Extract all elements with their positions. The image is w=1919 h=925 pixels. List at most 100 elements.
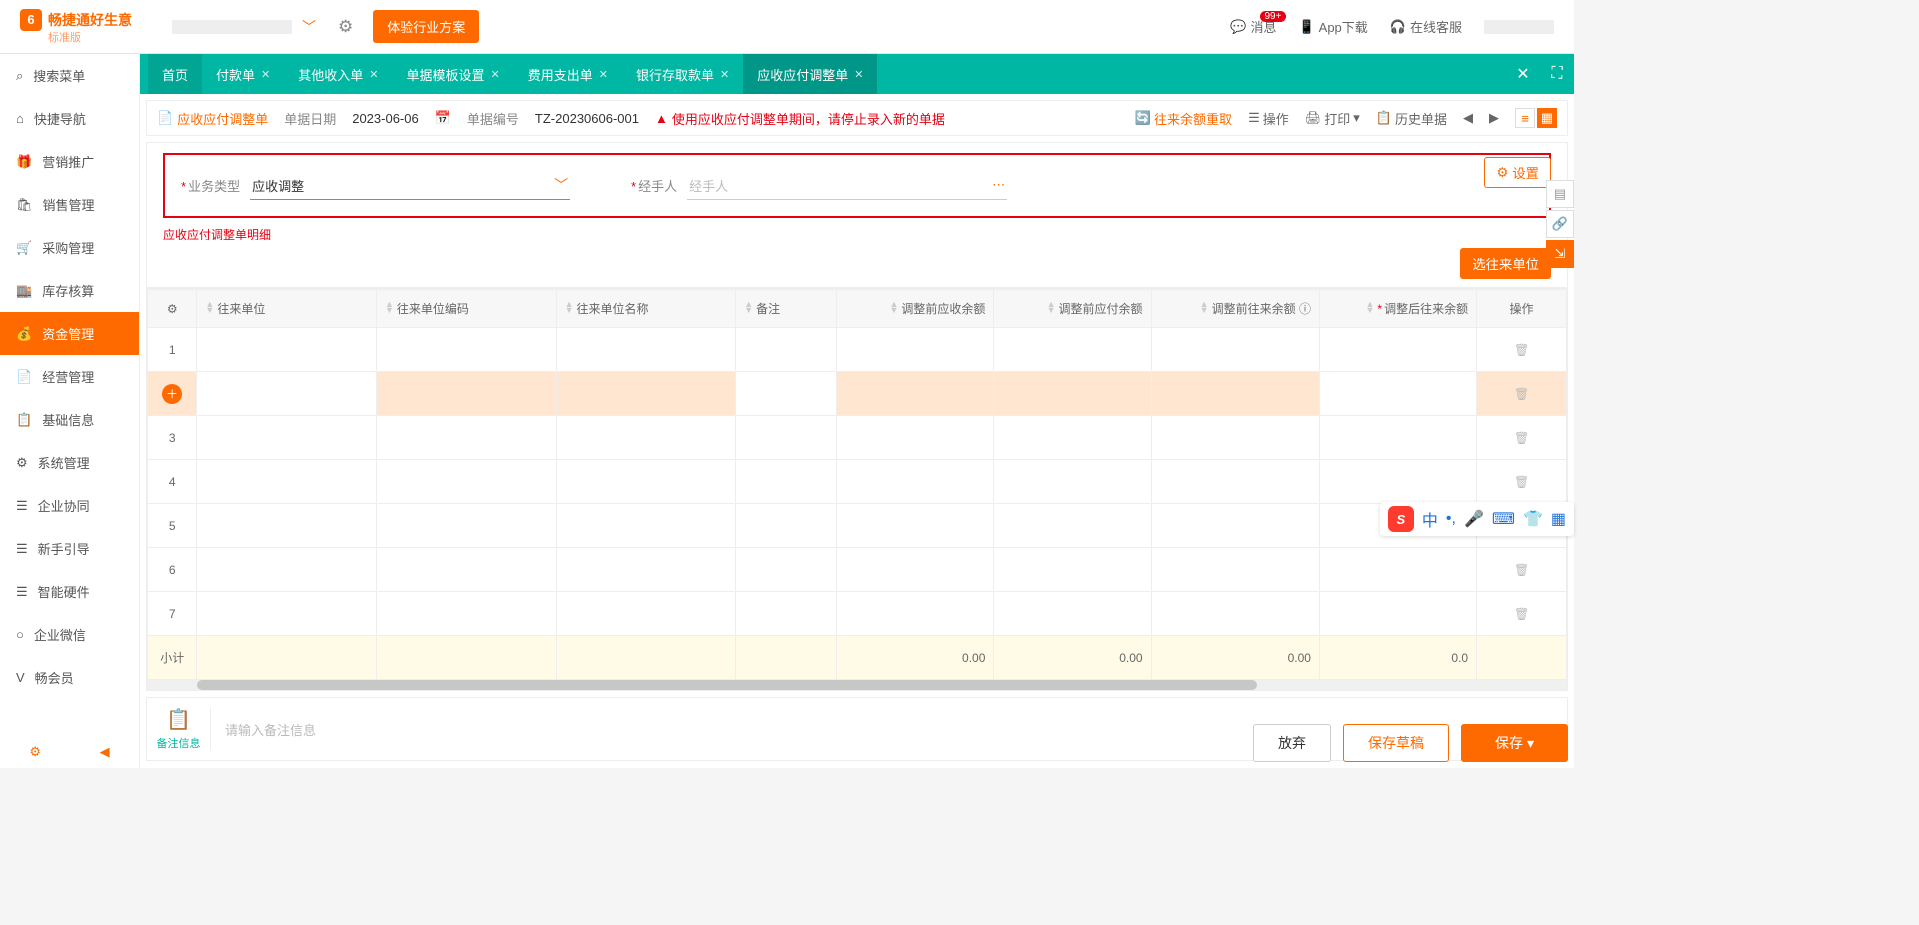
save-button[interactable]: 保存▾ bbox=[1461, 724, 1568, 762]
col-name[interactable]: ▲▼往来单位名称 bbox=[556, 290, 736, 328]
sidebar-item-marketing[interactable]: 🎁营销推广 bbox=[0, 140, 139, 183]
select-unit-button[interactable]: 选往来单位 bbox=[1460, 248, 1551, 279]
grid-icon[interactable]: ▦ bbox=[1551, 509, 1566, 529]
sidebar-item-inventory[interactable]: 🏬库存核算 bbox=[0, 269, 139, 312]
close-icon[interactable]: ✕ bbox=[720, 68, 729, 81]
table-row[interactable]: 3🗑 bbox=[148, 416, 1567, 460]
sogou-icon[interactable]: S bbox=[1388, 506, 1414, 532]
sidebar-item-search[interactable]: ⌕搜索菜单 bbox=[0, 54, 139, 97]
link-label: 往来余额重取 bbox=[1154, 109, 1232, 128]
col-after[interactable]: ▲▼*调整后往来余额 bbox=[1319, 290, 1476, 328]
sidebar-item-biz[interactable]: 📄经营管理 bbox=[0, 355, 139, 398]
sidebar-item-sales[interactable]: 🛍销售管理 bbox=[0, 183, 139, 226]
menu-icon: ☰ bbox=[16, 498, 28, 514]
sidebar-item-system[interactable]: ⚙系统管理 bbox=[0, 441, 139, 484]
sidebar-item-collab[interactable]: ☰企业协同 bbox=[0, 484, 139, 527]
shirt-icon[interactable]: 👕 bbox=[1523, 509, 1543, 529]
scrollbar-thumb[interactable] bbox=[197, 680, 1257, 690]
save-draft-button[interactable]: 保存草稿 bbox=[1343, 724, 1449, 762]
tab-adjust[interactable]: 应收应付调整单✕ bbox=[743, 54, 877, 94]
next-button[interactable]: ▶ bbox=[1489, 110, 1499, 126]
view-grid-button[interactable]: ▦ bbox=[1537, 108, 1557, 128]
tool-expand[interactable]: ⇲ bbox=[1546, 240, 1574, 268]
tab-template[interactable]: 单据模板设置✕ bbox=[392, 54, 513, 94]
sidebar-item-guide[interactable]: ☰新手引导 bbox=[0, 527, 139, 570]
ops-link[interactable]: ☰ 操作 bbox=[1248, 109, 1289, 128]
tab-bank[interactable]: 银行存取款单✕ bbox=[622, 54, 743, 94]
table-row[interactable]: 7🗑 bbox=[148, 592, 1567, 636]
table-row-active[interactable]: ＋🗑 bbox=[148, 372, 1567, 416]
col-code[interactable]: ▲▼往来单位编码 bbox=[377, 290, 557, 328]
tab-payment[interactable]: 付款单✕ bbox=[202, 54, 284, 94]
ime-toolbar[interactable]: S 中 •, 🎤 ⌨ 👕 ▦ bbox=[1380, 502, 1574, 536]
date-value[interactable]: 2023-06-06 bbox=[352, 111, 419, 126]
close-icon[interactable]: ✕ bbox=[491, 68, 500, 81]
table-row[interactable]: 5🗑 bbox=[148, 504, 1567, 548]
col-bal[interactable]: ▲▼调整前往来余额 ⓘ bbox=[1151, 290, 1319, 328]
brand-name: 畅捷通好生意 bbox=[48, 10, 132, 30]
scrollbar[interactable] bbox=[147, 680, 1567, 690]
settings-icon[interactable]: ⚙ bbox=[29, 744, 41, 760]
sidebar-item-basic[interactable]: 📋基础信息 bbox=[0, 398, 139, 441]
delete-icon[interactable]: 🗑 bbox=[1514, 431, 1529, 445]
fullscreen-button[interactable]: ⛶ bbox=[1540, 54, 1574, 94]
delete-icon[interactable]: 🗑 bbox=[1514, 607, 1529, 621]
sort-icon: ▲▼ bbox=[889, 301, 898, 313]
tool-1[interactable]: ▤ bbox=[1546, 180, 1574, 208]
close-icon[interactable]: ✕ bbox=[854, 68, 863, 81]
sidebar-item-purchase[interactable]: 🛒采购管理 bbox=[0, 226, 139, 269]
reget-link[interactable]: 🔄 往来余额重取 bbox=[1135, 109, 1232, 128]
more-icon[interactable]: ⋯ bbox=[992, 177, 1005, 193]
tab-expense[interactable]: 费用支出单✕ bbox=[514, 54, 622, 94]
table-row[interactable]: 1🗑 bbox=[148, 328, 1567, 372]
sidebar-item-wechat[interactable]: ○企业微信 bbox=[0, 613, 139, 656]
print-link[interactable]: 🖨 打印 ▾ bbox=[1305, 109, 1360, 128]
mic-icon[interactable]: 🎤 bbox=[1464, 509, 1484, 529]
try-plan-button[interactable]: 体验行业方案 bbox=[373, 10, 479, 43]
col-unit[interactable]: ▲▼往来单位 bbox=[197, 290, 377, 328]
settings-button[interactable]: ⚙设置 bbox=[1484, 157, 1551, 188]
history-link[interactable]: 📋 历史单据 bbox=[1376, 109, 1447, 128]
messages-link[interactable]: 💬 消息 99+ bbox=[1230, 17, 1276, 36]
discard-button[interactable]: 放弃 bbox=[1253, 724, 1331, 762]
user-placeholder[interactable] bbox=[1484, 20, 1554, 34]
keyboard-icon[interactable]: ⌨ bbox=[1492, 509, 1515, 529]
view-list-button[interactable]: ≡ bbox=[1515, 108, 1535, 128]
prev-button[interactable]: ◀ bbox=[1463, 110, 1473, 126]
table-row[interactable]: 4🗑 bbox=[148, 460, 1567, 504]
col-gear[interactable]: ⚙ bbox=[148, 290, 197, 328]
tab-home[interactable]: 首页 bbox=[148, 54, 202, 94]
gear-icon[interactable]: ⚙ bbox=[338, 17, 353, 37]
support-link[interactable]: 🎧 在线客服 bbox=[1390, 17, 1462, 36]
delete-icon[interactable]: 🗑 bbox=[1514, 387, 1529, 401]
col-note[interactable]: ▲▼备注 bbox=[736, 290, 837, 328]
collapse-icon[interactable]: ◀ bbox=[100, 744, 110, 760]
app-download-link[interactable]: 📱 App下载 bbox=[1298, 17, 1367, 36]
ime-punct[interactable]: •, bbox=[1446, 510, 1456, 528]
delete-icon[interactable]: 🗑 bbox=[1514, 563, 1529, 577]
sidebar-item-quicknav[interactable]: ⌂快捷导航 bbox=[0, 97, 139, 140]
table-row[interactable]: 6🗑 bbox=[148, 548, 1567, 592]
handler-input[interactable]: 经手人⋯ bbox=[687, 172, 1007, 200]
tool-link[interactable]: 🔗 bbox=[1546, 210, 1574, 238]
ime-cn[interactable]: 中 bbox=[1422, 507, 1438, 531]
calendar-icon[interactable]: 📅 bbox=[435, 110, 451, 126]
sidebar-label: 系统管理 bbox=[38, 453, 90, 472]
table-header: ⚙ ▲▼往来单位 ▲▼往来单位编码 ▲▼往来单位名称 ▲▼备注 ▲▼调整前应收余… bbox=[148, 290, 1567, 328]
delete-icon[interactable]: 🗑 bbox=[1514, 475, 1529, 489]
close-icon[interactable]: ✕ bbox=[599, 68, 608, 81]
col-ar[interactable]: ▲▼调整前应收余额 bbox=[837, 290, 994, 328]
sidebar-item-member[interactable]: V畅会员 bbox=[0, 656, 139, 699]
tab-other-income[interactable]: 其他收入单✕ bbox=[284, 54, 392, 94]
delete-icon[interactable]: 🗑 bbox=[1514, 343, 1529, 357]
col-ap[interactable]: ▲▼调整前应付余额 bbox=[994, 290, 1151, 328]
add-row-button[interactable]: ＋ bbox=[162, 384, 182, 404]
biztype-select[interactable]: 应收调整﹀ bbox=[250, 171, 570, 200]
close-all-button[interactable]: ✕ bbox=[1506, 54, 1540, 94]
org-dropdown[interactable]: ﹀ bbox=[172, 17, 316, 37]
close-icon[interactable]: ✕ bbox=[369, 68, 378, 81]
close-icon[interactable]: ✕ bbox=[261, 68, 270, 81]
sidebar-item-hardware[interactable]: ☰智能硬件 bbox=[0, 570, 139, 613]
sidebar-item-finance[interactable]: 💰资金管理 bbox=[0, 312, 139, 355]
help-icon[interactable]: ⓘ bbox=[1299, 302, 1311, 316]
